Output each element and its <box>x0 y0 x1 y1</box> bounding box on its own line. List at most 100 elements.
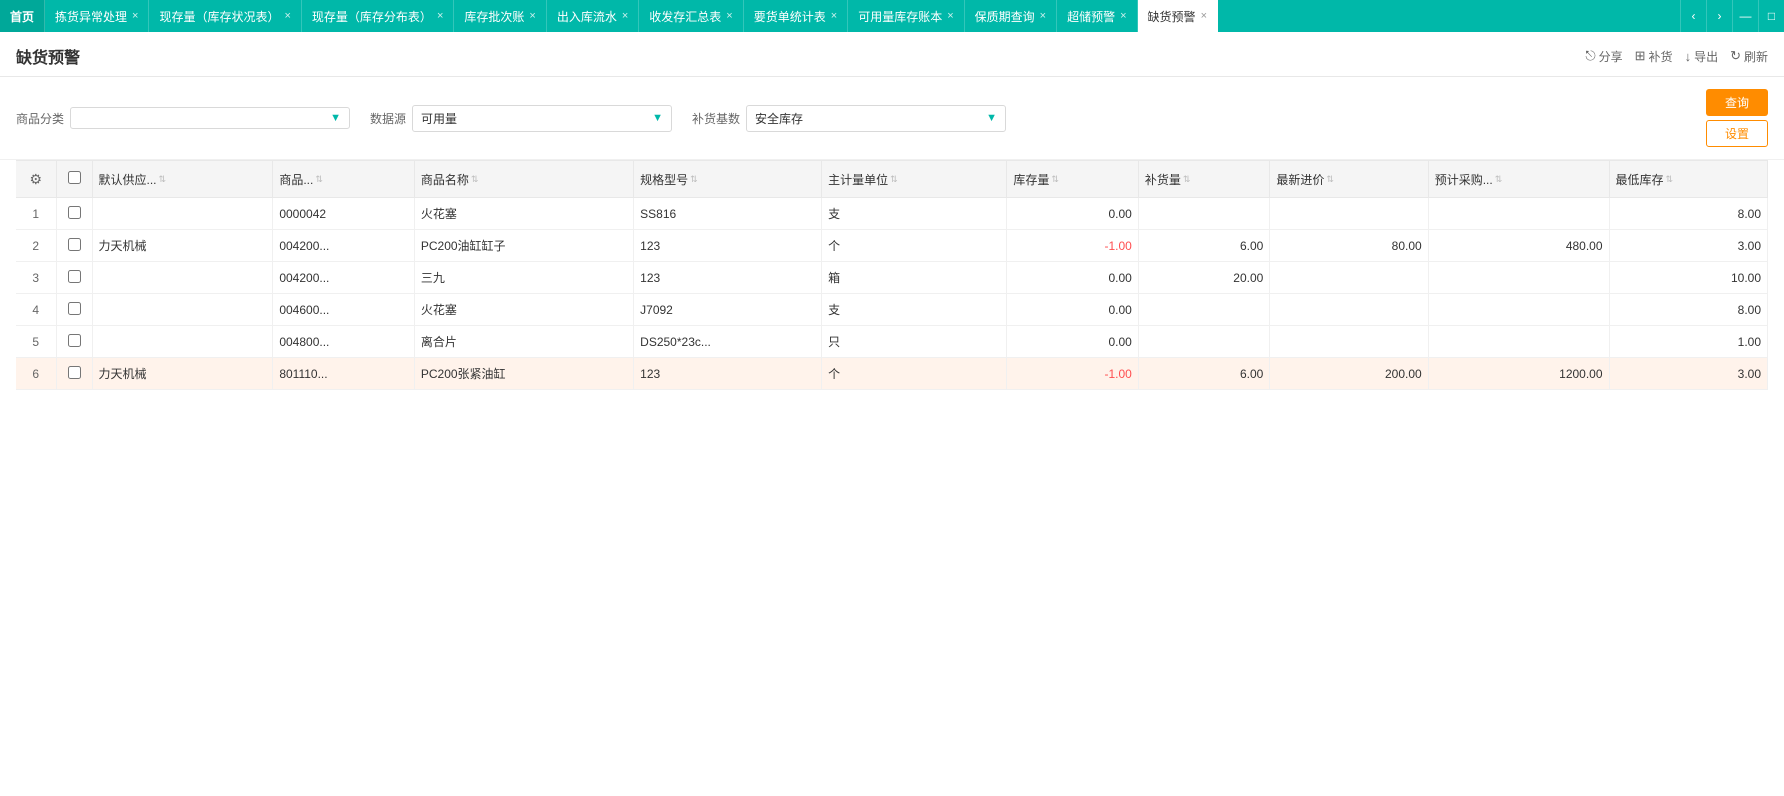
row-check-6[interactable] <box>56 358 92 390</box>
col-est-purchase[interactable]: 预计采购... ⇅ <box>1428 161 1609 198</box>
nav-tab-6[interactable]: 收发存汇总表 × <box>639 0 743 32</box>
nav-tab-9[interactable]: 保质期查询 × <box>965 0 1057 32</box>
row-latest-price-6: 200.00 <box>1270 358 1428 390</box>
nav-tab-home[interactable]: 首页 <box>0 0 45 32</box>
nav-maximize-button[interactable]: □ <box>1758 0 1784 32</box>
row-num-3: 3 <box>16 262 56 294</box>
row-check-5[interactable] <box>56 326 92 358</box>
select-all-checkbox[interactable] <box>68 171 81 184</box>
close-tab-7[interactable]: × <box>831 10 837 22</box>
nav-tab-5[interactable]: 出入库流水 × <box>547 0 639 32</box>
row-min-stock-3: 10.00 <box>1609 262 1767 294</box>
row-code-1: 0000042 <box>273 198 415 230</box>
col-name[interactable]: 商品名称 ⇅ <box>414 161 633 198</box>
nav-tab-10[interactable]: 超储预警 × <box>1057 0 1137 32</box>
col-gear: ⚙ <box>16 161 56 198</box>
sort-icon-replenish: ⇅ <box>1183 174 1191 185</box>
row-latest-price-2: 80.00 <box>1270 230 1428 262</box>
table-row: 2 力天机械 004200... PC200油缸缸子 123 个 -1.00 6… <box>16 230 1768 262</box>
export-button[interactable]: ↓ 导出 <box>1685 48 1719 65</box>
datasource-label: 数据源 <box>370 110 406 127</box>
nav-tab-1[interactable]: 拣货异常处理 × <box>45 0 149 32</box>
close-tab-11[interactable]: × <box>1201 10 1207 22</box>
main-content: 缺货预警 ⎋ 分享 ⊞ 补货 ↓ 导出 ↻ 刷新 商品分类 <box>0 32 1784 796</box>
row-spec-5: DS250*23c... <box>634 326 822 358</box>
filter-bar: 商品分类 ▼ 数据源 可用量 ▼ 补货基数 安全库存 ▼ 查询 设置 <box>0 77 1784 160</box>
row-replenish-3: 20.00 <box>1138 262 1269 294</box>
row-replenish-5 <box>1138 326 1269 358</box>
row-check-4[interactable] <box>56 294 92 326</box>
share-icon: ⎋ <box>1585 48 1595 64</box>
gear-icon[interactable]: ⚙ <box>26 169 46 189</box>
row-supplier-4 <box>92 294 273 326</box>
nav-tab-4[interactable]: 库存批次账 × <box>454 0 546 32</box>
col-code[interactable]: 商品... ⇅ <box>273 161 415 198</box>
nav-tab-7[interactable]: 要货单统计表 × <box>744 0 848 32</box>
row-min-stock-6: 3.00 <box>1609 358 1767 390</box>
row-min-stock-4: 8.00 <box>1609 294 1767 326</box>
sort-icon-est-purchase: ⇅ <box>1495 174 1503 185</box>
sort-icon-stock: ⇅ <box>1051 174 1059 185</box>
row-name-5: 离合片 <box>414 326 633 358</box>
row-checkbox-1[interactable] <box>68 206 81 219</box>
close-tab-9[interactable]: × <box>1040 10 1046 22</box>
data-table: ⚙ 默认供应... ⇅ 商品... ⇅ <box>16 160 1768 390</box>
refresh-button[interactable]: ↻ 刷新 <box>1730 48 1768 65</box>
col-supplier[interactable]: 默认供应... ⇅ <box>92 161 273 198</box>
datasource-select[interactable]: 可用量 ▼ <box>412 105 672 132</box>
col-latest-price[interactable]: 最新进价 ⇅ <box>1270 161 1428 198</box>
col-spec[interactable]: 规格型号 ⇅ <box>634 161 822 198</box>
close-tab-4[interactable]: × <box>529 10 535 22</box>
replenish-button[interactable]: ⊞ 补货 <box>1635 48 1673 65</box>
category-select[interactable]: ▼ <box>70 107 350 129</box>
settings-button[interactable]: 设置 <box>1706 120 1768 147</box>
row-num-6: 6 <box>16 358 56 390</box>
row-checkbox-2[interactable] <box>68 238 81 251</box>
row-num-4: 4 <box>16 294 56 326</box>
row-stock-6: -1.00 <box>1007 358 1138 390</box>
row-name-4: 火花塞 <box>414 294 633 326</box>
nav-tab-2[interactable]: 现存量（库存状况表） × <box>149 0 301 32</box>
close-tab-5[interactable]: × <box>622 10 628 22</box>
table-row: 6 力天机械 801110... PC200张紧油缸 123 个 -1.00 6… <box>16 358 1768 390</box>
category-label: 商品分类 <box>16 110 64 127</box>
row-spec-3: 123 <box>634 262 822 294</box>
row-latest-price-4 <box>1270 294 1428 326</box>
share-button[interactable]: ⎋ 分享 <box>1585 48 1622 65</box>
row-check-1[interactable] <box>56 198 92 230</box>
row-replenish-6: 6.00 <box>1138 358 1269 390</box>
nav-tab-11[interactable]: 缺货预警 × <box>1138 0 1218 32</box>
nav-prev-button[interactable]: ‹ <box>1680 0 1706 32</box>
table-header-row: ⚙ 默认供应... ⇅ 商品... ⇅ <box>16 161 1768 198</box>
row-est-purchase-1 <box>1428 198 1609 230</box>
col-min-stock[interactable]: 最低库存 ⇅ <box>1609 161 1767 198</box>
row-check-3[interactable] <box>56 262 92 294</box>
query-button[interactable]: 查询 <box>1706 89 1768 116</box>
col-check <box>56 161 92 198</box>
row-checkbox-5[interactable] <box>68 334 81 347</box>
close-tab-8[interactable]: × <box>947 10 953 22</box>
close-tab-10[interactable]: × <box>1120 10 1126 22</box>
close-tab-1[interactable]: × <box>132 10 138 22</box>
nav-minimize-button[interactable]: — <box>1732 0 1758 32</box>
close-tab-2[interactable]: × <box>284 10 290 22</box>
row-est-purchase-4 <box>1428 294 1609 326</box>
row-stock-2: -1.00 <box>1007 230 1138 262</box>
nav-tab-8[interactable]: 可用量库存账本 × <box>848 0 964 32</box>
close-tab-3[interactable]: × <box>437 10 443 22</box>
col-stock[interactable]: 库存量 ⇅ <box>1007 161 1138 198</box>
nav-tab-3[interactable]: 现存量（库存分布表） × <box>302 0 454 32</box>
row-checkbox-6[interactable] <box>68 366 81 379</box>
col-replenish[interactable]: 补货量 ⇅ <box>1138 161 1269 198</box>
row-check-2[interactable] <box>56 230 92 262</box>
replenish-label: 补货基数 <box>692 110 740 127</box>
row-checkbox-4[interactable] <box>68 302 81 315</box>
row-unit-4: 支 <box>822 294 1007 326</box>
row-checkbox-3[interactable] <box>68 270 81 283</box>
replenish-select[interactable]: 安全库存 ▼ <box>746 105 1006 132</box>
close-tab-6[interactable]: × <box>726 10 732 22</box>
col-unit[interactable]: 主计量单位 ⇅ <box>822 161 1007 198</box>
row-min-stock-5: 1.00 <box>1609 326 1767 358</box>
sort-icon-spec: ⇅ <box>690 174 698 185</box>
nav-next-button[interactable]: › <box>1706 0 1732 32</box>
